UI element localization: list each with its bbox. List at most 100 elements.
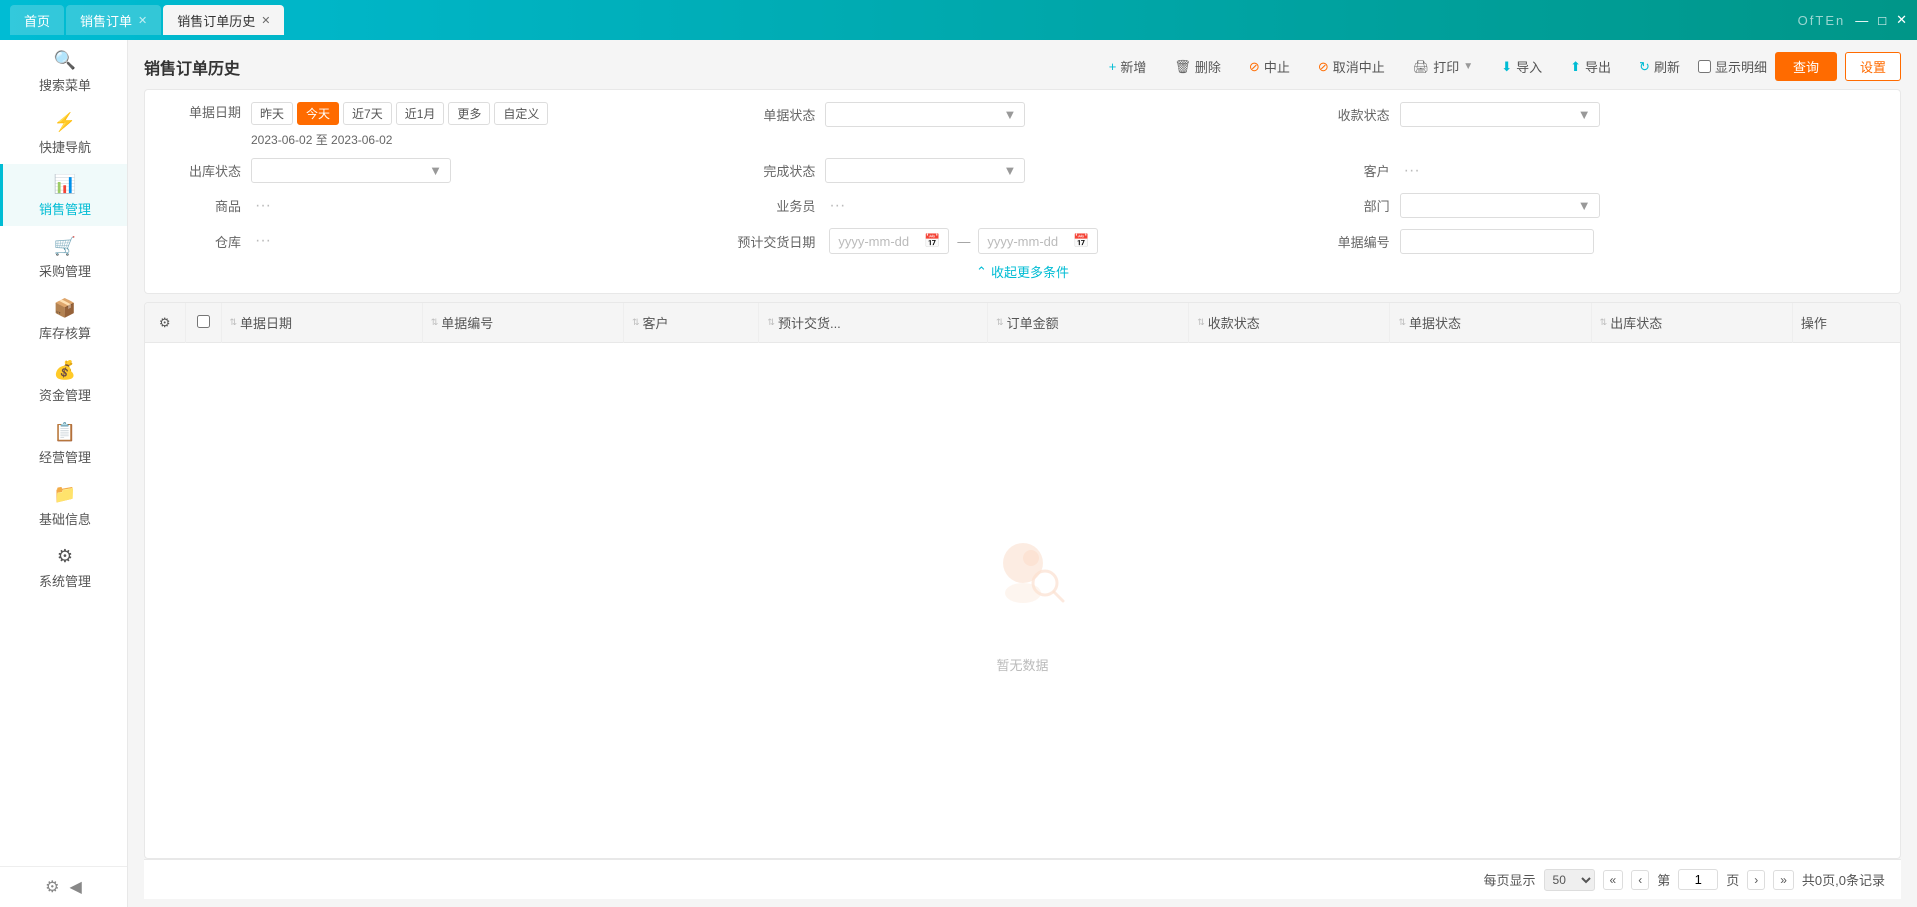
date-range-display: 2023-06-02 至 2023-06-02 bbox=[251, 131, 548, 148]
display-cols-checkbox[interactable] bbox=[1698, 60, 1711, 73]
date-7days[interactable]: 近7天 bbox=[343, 102, 392, 125]
date-custom[interactable]: 自定义 bbox=[494, 102, 548, 125]
refresh-button[interactable]: ↻ 刷新 bbox=[1629, 53, 1690, 80]
status-label: 单据状态 bbox=[735, 105, 825, 124]
settings-button[interactable]: 设置 bbox=[1845, 52, 1901, 81]
page-header: 销售订单历史 + 新增 🗑 删除 ⊘ 中止 ⊘ 取消中止 bbox=[128, 40, 1917, 89]
print-button[interactable]: 🖨 打印 ▼ bbox=[1403, 53, 1483, 80]
close-btn[interactable]: ✕ bbox=[1896, 12, 1907, 28]
stop-icon: ⊘ bbox=[1249, 59, 1260, 75]
col-doc-status: ⇅ 单据状态 bbox=[1390, 303, 1591, 343]
minimize-btn[interactable]: — bbox=[1855, 13, 1868, 28]
payment-status-select[interactable]: ▼ bbox=[1400, 102, 1600, 127]
outbound-status-select[interactable]: ▼ bbox=[251, 158, 451, 183]
product-picker[interactable]: ··· bbox=[255, 197, 271, 215]
empty-state: 暂无数据 bbox=[145, 343, 1900, 858]
payment-status-arrow-icon: ▼ bbox=[1578, 107, 1591, 122]
date-more[interactable]: 更多 bbox=[448, 102, 490, 125]
maximize-btn[interactable]: □ bbox=[1878, 13, 1886, 28]
delete-label: 删除 bbox=[1195, 57, 1221, 76]
sidebar-item-quick-nav[interactable]: ⚡ 快捷导航 bbox=[0, 102, 127, 164]
date-1month[interactable]: 近1月 bbox=[396, 102, 445, 125]
toolbar: + 新增 🗑 删除 ⊘ 中止 ⊘ 取消中止 🖨 打印 bbox=[1099, 52, 1901, 81]
sidebar-item-purchase[interactable]: 🛒 采购管理 bbox=[0, 226, 127, 288]
next-page-btn[interactable]: › bbox=[1747, 870, 1765, 890]
filter-col-expected-date: 预计交货日期 yyyy-mm-dd 📅 — yyyy-mm-dd 📅 bbox=[735, 228, 1309, 254]
base-info-icon: 📁 bbox=[54, 484, 76, 505]
tab-sales-order[interactable]: 销售订单 ✕ bbox=[66, 5, 161, 35]
tab-sales-order-history-close[interactable]: ✕ bbox=[261, 14, 270, 27]
query-button[interactable]: 查询 bbox=[1775, 52, 1837, 81]
customer-picker[interactable]: ··· bbox=[1404, 162, 1420, 180]
empty-illustration bbox=[973, 528, 1073, 645]
page-number-input[interactable] bbox=[1678, 869, 1718, 890]
sidebar-item-inventory[interactable]: 📦 库存核算 bbox=[0, 288, 127, 350]
col-checkbox[interactable] bbox=[185, 303, 221, 343]
sidebar-item-inventory-label: 库存核算 bbox=[39, 323, 91, 342]
calendar-start-icon[interactable]: 📅 bbox=[924, 233, 940, 249]
col-amount: ⇅ 订单金额 bbox=[988, 303, 1189, 343]
department-select[interactable]: ▼ bbox=[1400, 193, 1600, 218]
collapse-filter-btn[interactable]: ⌃ 收起更多条件 bbox=[161, 262, 1884, 281]
stop-label: 中止 bbox=[1264, 57, 1290, 76]
sidebar-collapse-icon[interactable]: ◀ bbox=[70, 877, 82, 897]
display-cols-toggle[interactable]: 显示明细 bbox=[1698, 57, 1767, 76]
complete-status-select[interactable]: ▼ bbox=[825, 158, 1025, 183]
per-page-select[interactable]: 50 10 20 100 bbox=[1544, 869, 1595, 891]
new-button[interactable]: + 新增 bbox=[1099, 53, 1157, 80]
salesperson-picker[interactable]: ··· bbox=[829, 197, 845, 215]
col-number-label: 单据编号 bbox=[441, 313, 493, 332]
first-page-btn[interactable]: « bbox=[1603, 870, 1624, 890]
tab-sales-order-history[interactable]: 销售订单历史 ✕ bbox=[163, 5, 284, 35]
select-all-checkbox[interactable] bbox=[197, 315, 210, 328]
sidebar-item-search-menu[interactable]: 🔍 搜索菜单 bbox=[0, 40, 127, 102]
date-today[interactable]: 今天 bbox=[297, 102, 339, 125]
page-unit: 页 bbox=[1726, 870, 1739, 889]
sidebar-item-finance[interactable]: 💰 资金管理 bbox=[0, 350, 127, 412]
sort-payment-icon: ⇅ bbox=[1197, 317, 1205, 328]
col-payment-label: 收款状态 bbox=[1208, 313, 1260, 332]
pagination-bar: 每页显示 50 10 20 100 « ‹ 第 页 › » 共0页,0条记录 bbox=[144, 859, 1901, 899]
filter-col-product: 商品 ··· bbox=[161, 196, 735, 215]
export-button[interactable]: ⬆ 导出 bbox=[1560, 53, 1621, 80]
tab-sales-order-close[interactable]: ✕ bbox=[138, 14, 147, 27]
sidebar-item-operations-label: 经营管理 bbox=[39, 447, 91, 466]
expected-date-start[interactable]: yyyy-mm-dd 📅 bbox=[829, 228, 949, 254]
cancel-stop-label: 取消中止 bbox=[1333, 57, 1385, 76]
prev-page-btn[interactable]: ‹ bbox=[1631, 870, 1649, 890]
import-button[interactable]: ⬇ 导入 bbox=[1491, 53, 1552, 80]
calendar-end-icon[interactable]: 📅 bbox=[1073, 233, 1089, 249]
collapse-label: 收起更多条件 bbox=[991, 262, 1069, 281]
doc-status-select[interactable]: ▼ bbox=[825, 102, 1025, 127]
sidebar-item-base-info[interactable]: 📁 基础信息 bbox=[0, 474, 127, 536]
tab-home[interactable]: 首页 bbox=[10, 5, 64, 35]
import-label: 导入 bbox=[1516, 57, 1542, 76]
date-yesterday[interactable]: 昨天 bbox=[251, 102, 293, 125]
filter-col-payment-status: 收款状态 ▼ bbox=[1310, 102, 1884, 127]
expected-date-end[interactable]: yyyy-mm-dd 📅 bbox=[978, 228, 1098, 254]
warehouse-picker[interactable]: ··· bbox=[255, 232, 271, 250]
sidebar-item-sales[interactable]: 📊 销售管理 bbox=[0, 164, 127, 226]
stop-button[interactable]: ⊘ 中止 bbox=[1239, 53, 1300, 80]
sidebar-settings-icon[interactable]: ⚙ bbox=[45, 877, 59, 897]
data-table: ⚙ ⇅ 单据日期 ⇅ bbox=[144, 302, 1901, 859]
order-number-input[interactable] bbox=[1400, 229, 1594, 254]
top-bar-right: OfTEn — □ ✕ bbox=[1798, 12, 1907, 28]
last-page-btn[interactable]: » bbox=[1773, 870, 1794, 890]
col-settings[interactable]: ⚙ bbox=[145, 303, 185, 343]
sort-up-icon: ⇅ bbox=[230, 317, 238, 328]
export-label: 导出 bbox=[1585, 57, 1611, 76]
sidebar-item-operations[interactable]: 📋 经营管理 bbox=[0, 412, 127, 474]
new-icon: + bbox=[1109, 59, 1117, 74]
col-expected-date-label: 预计交货... bbox=[778, 313, 841, 332]
sidebar-item-system[interactable]: ⚙ 系统管理 bbox=[0, 536, 127, 598]
delete-button[interactable]: 🗑 删除 bbox=[1164, 53, 1231, 80]
department-arrow-icon: ▼ bbox=[1578, 198, 1591, 213]
print-icon: 🖨 bbox=[1413, 59, 1430, 75]
col-outbound-status: ⇅ 出库状态 bbox=[1591, 303, 1792, 343]
cancel-stop-button[interactable]: ⊘ 取消中止 bbox=[1308, 53, 1395, 80]
filter-row-2: 出库状态 ▼ 完成状态 ▼ 客户 ··· bbox=[161, 158, 1884, 183]
sidebar-bottom: ⚙ ◀ bbox=[0, 866, 127, 907]
sort-customer-icon: ⇅ bbox=[632, 317, 640, 328]
collapse-icon: ⌃ bbox=[976, 264, 987, 280]
